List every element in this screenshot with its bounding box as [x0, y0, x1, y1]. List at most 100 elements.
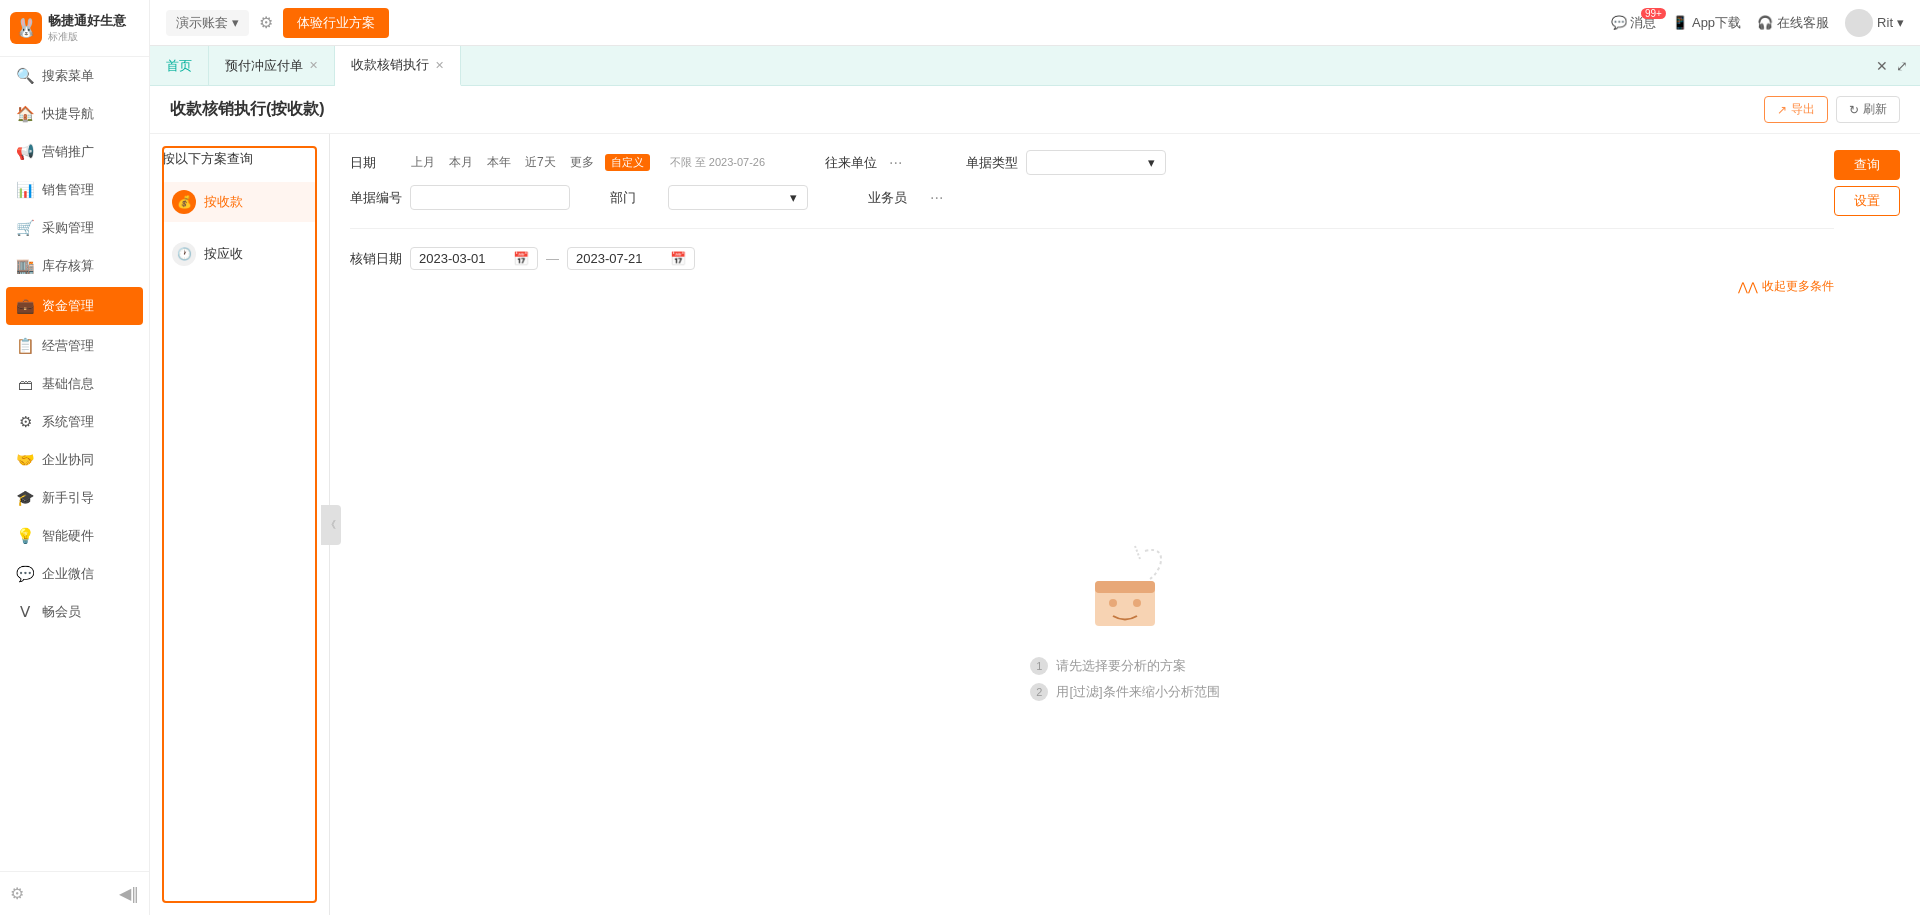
- filter-options: 💰 按收款 🕐 按应收: [162, 182, 317, 274]
- sidebar-item-label-system: 系统管理: [42, 413, 94, 431]
- sidebar-item-system[interactable]: ⚙ 系统管理: [0, 403, 149, 441]
- app-download-icon: 📱: [1672, 15, 1688, 30]
- tab-receipt-writeoff[interactable]: 收款核销执行 ✕: [335, 46, 461, 86]
- page-content: 收款核销执行(按收款) ↗ 导出 ↻ 刷新 按以下方案查询: [150, 86, 1920, 915]
- sidebar-item-label-wechat: 企业微信: [42, 565, 94, 583]
- dept-select[interactable]: ▾: [668, 185, 808, 210]
- sidebar-item-search[interactable]: 🔍 搜索菜单: [0, 57, 149, 95]
- sidebar-item-guide[interactable]: 🎓 新手引导: [0, 479, 149, 517]
- chevron-down-icon: ▾: [1148, 155, 1155, 170]
- filter-option-by-receivable-label: 按应收: [204, 245, 243, 263]
- page-title: 收款核销执行(按收款): [170, 99, 325, 120]
- tab-home[interactable]: 首页: [150, 46, 209, 85]
- writeoff-start-input[interactable]: [419, 251, 509, 266]
- date-shortcut-this-month[interactable]: 本月: [446, 153, 476, 172]
- operation-icon: 📋: [16, 337, 34, 355]
- collapse-filter-panel-button[interactable]: 《: [321, 505, 341, 545]
- calendar-start-icon[interactable]: 📅: [513, 251, 529, 266]
- collapse-sidebar-icon[interactable]: ◀‖: [119, 884, 139, 903]
- staff-more-btn[interactable]: ···: [926, 189, 947, 207]
- sidebar-item-inventory[interactable]: 🏬 库存核算: [0, 247, 149, 285]
- sidebar-item-wechat[interactable]: 💬 企业微信: [0, 555, 149, 593]
- company-selector[interactable]: 演示账套 ▾: [166, 10, 249, 36]
- sidebar-item-label-enterprise: 企业协同: [42, 451, 94, 469]
- sidebar: 🐰 畅捷通好生意 标准版 🔍 搜索菜单 🏠 快捷导航 📢 营销推广 📊 销售管理…: [0, 0, 150, 915]
- user-menu[interactable]: Rit ▾: [1845, 9, 1904, 37]
- tab-prepay-close-icon[interactable]: ✕: [309, 59, 318, 72]
- empty-text: 1 请先选择要分析的方案 2 用[过滤]条件来缩小分析范围: [1030, 657, 1219, 701]
- filter-option-by-receipt[interactable]: 💰 按收款: [162, 182, 317, 222]
- setting-button[interactable]: 设置: [1834, 186, 1900, 216]
- sidebar-item-label-marketing: 营销推广: [42, 143, 94, 161]
- svg-point-3: [1133, 599, 1141, 607]
- app-download-button[interactable]: 📱 App下载: [1672, 14, 1741, 32]
- gear-icon[interactable]: ⚙: [259, 13, 273, 32]
- tab-prepay[interactable]: 预付冲应付单 ✕: [209, 46, 335, 85]
- settings-bottom-icon[interactable]: ⚙: [10, 884, 24, 903]
- close-all-tabs-icon[interactable]: ✕: [1876, 58, 1888, 74]
- sidebar-item-marketing[interactable]: 📢 营销推广: [0, 133, 149, 171]
- date-shortcut-more[interactable]: 更多: [567, 153, 597, 172]
- svg-rect-1: [1095, 581, 1155, 593]
- query-row-3: 核销日期 📅 — 📅: [350, 247, 1834, 270]
- app-edition: 标准版: [48, 30, 126, 44]
- date-shortcut-this-year[interactable]: 本年: [484, 153, 514, 172]
- query-actions: 查询 设置: [1834, 150, 1900, 216]
- writeoff-date-field: 核销日期 📅 — 📅: [350, 247, 695, 270]
- sidebar-item-label-inventory: 库存核算: [42, 257, 94, 275]
- refresh-icon: ↻: [1849, 103, 1859, 117]
- writeoff-end-input[interactable]: [576, 251, 666, 266]
- tab-receipt-writeoff-label: 收款核销执行: [351, 56, 429, 74]
- calendar-end-icon[interactable]: 📅: [670, 251, 686, 266]
- tab-receipt-writeoff-close-icon[interactable]: ✕: [435, 59, 444, 72]
- doc-type-select[interactable]: ▾: [1026, 150, 1166, 175]
- top-row: 日期 上月 本月 本年 近7天 更多 自定义: [350, 150, 1900, 303]
- date-shortcut-last-month[interactable]: 上月: [408, 153, 438, 172]
- sidebar-item-finance[interactable]: 💼 资金管理: [6, 287, 143, 325]
- collapse-more-row: ⋀⋀ 收起更多条件: [350, 270, 1834, 303]
- user-chevron-icon: ▾: [1897, 15, 1904, 30]
- empty-hint-1: 1 请先选择要分析的方案: [1030, 657, 1219, 675]
- purchase-icon: 🛒: [16, 219, 34, 237]
- online-service-button[interactable]: 🎧 在线客服: [1757, 14, 1829, 32]
- tab-prepay-label: 预付冲应付单: [225, 57, 303, 75]
- topbar-left: 演示账套 ▾ ⚙ 体验行业方案: [166, 8, 389, 38]
- sidebar-item-enterprise[interactable]: 🤝 企业协同: [0, 441, 149, 479]
- date-custom-tag[interactable]: 自定义: [605, 154, 650, 171]
- sidebar-item-quicknav[interactable]: 🏠 快捷导航: [0, 95, 149, 133]
- sales-icon: 📊: [16, 181, 34, 199]
- message-button[interactable]: 💬 消息 99+: [1611, 14, 1656, 32]
- query-button[interactable]: 查询: [1834, 150, 1900, 180]
- staff-field: 业务员 ···: [868, 189, 947, 207]
- date-shortcut-7days[interactable]: 近7天: [522, 153, 559, 172]
- headset-icon: 🎧: [1757, 15, 1773, 30]
- hardware-icon: 💡: [16, 527, 34, 545]
- partner-more-btn[interactable]: ···: [885, 154, 906, 172]
- refresh-button[interactable]: ↻ 刷新: [1836, 96, 1900, 123]
- sidebar-item-sales[interactable]: 📊 销售管理: [0, 171, 149, 209]
- expand-icon[interactable]: ⤢: [1896, 58, 1908, 74]
- message-icon: 💬: [1611, 15, 1627, 30]
- industry-solution-button[interactable]: 体验行业方案: [283, 8, 389, 38]
- filter-option-by-receivable[interactable]: 🕐 按应收: [162, 234, 317, 274]
- sidebar-item-hardware[interactable]: 💡 智能硬件: [0, 517, 149, 555]
- sidebar-item-label-hardware: 智能硬件: [42, 527, 94, 545]
- receivable-icon: 🕐: [172, 242, 196, 266]
- system-icon: ⚙: [16, 413, 34, 431]
- enterprise-icon: 🤝: [16, 451, 34, 469]
- sidebar-item-member[interactable]: Ⅴ 畅会员: [0, 593, 149, 631]
- sidebar-item-purchase[interactable]: 🛒 采购管理: [0, 209, 149, 247]
- sidebar-item-label-guide: 新手引导: [42, 489, 94, 507]
- query-row-1: 日期 上月 本月 本年 近7天 更多 自定义: [350, 150, 1834, 175]
- sidebar-item-label-finance: 资金管理: [42, 297, 94, 315]
- sidebar-bottom: ⚙ ◀‖: [0, 871, 149, 915]
- doc-no-input[interactable]: [410, 185, 570, 210]
- query-divider: [350, 228, 1834, 229]
- sidebar-item-label-quicknav: 快捷导航: [42, 105, 94, 123]
- collapse-more-button[interactable]: ⋀⋀ 收起更多条件: [1738, 278, 1834, 295]
- doc-no-field: 单据编号: [350, 185, 570, 210]
- date-field: 日期 上月 本月 本年 近7天 更多 自定义: [350, 153, 650, 172]
- sidebar-item-basic[interactable]: 🗃 基础信息: [0, 365, 149, 403]
- sidebar-item-operation[interactable]: 📋 经营管理: [0, 327, 149, 365]
- export-button[interactable]: ↗ 导出: [1764, 96, 1828, 123]
